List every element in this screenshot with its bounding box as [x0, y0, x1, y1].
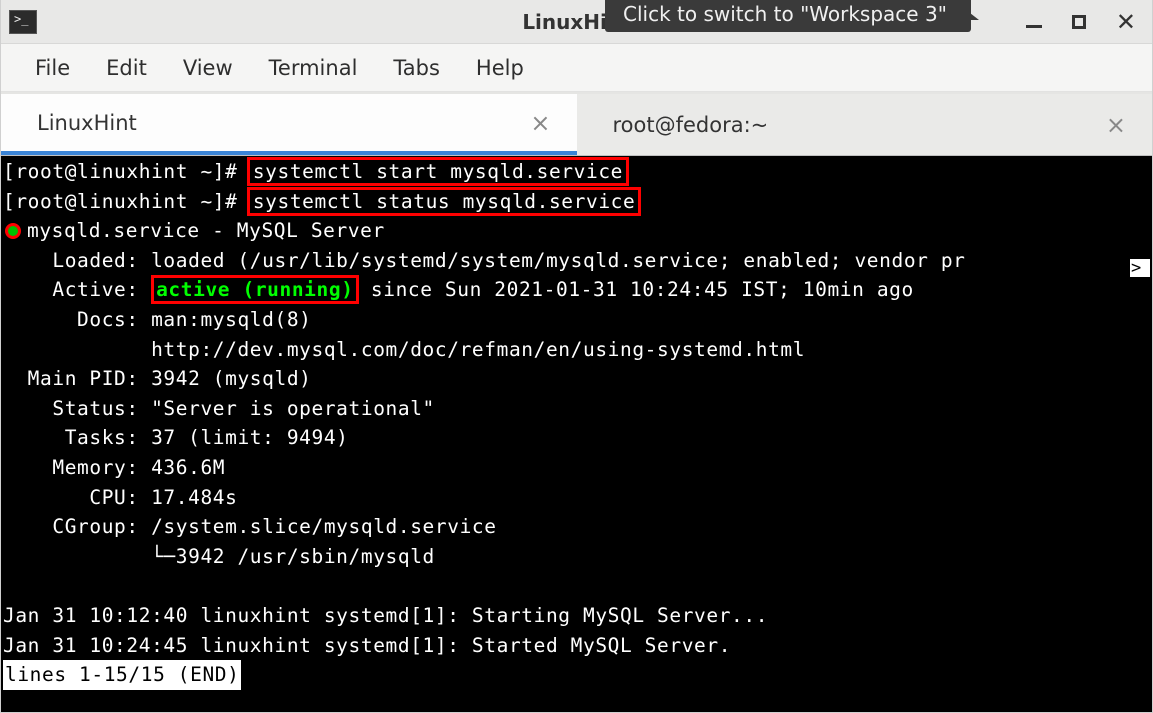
menu-tabs[interactable]: Tabs — [377, 50, 456, 86]
service-main-pid: Main PID: 3942 (mysqld) — [3, 364, 1152, 394]
service-cpu: CPU: 17.484s — [3, 483, 1152, 513]
service-cgroup-2: └─3942 /usr/sbin/mysqld — [3, 542, 1152, 572]
command-status-mysqld: systemctl status mysqld.service — [247, 187, 642, 216]
tab-bar: LinuxHint × root@fedora:~ × — [1, 92, 1152, 156]
menu-edit[interactable]: Edit — [90, 50, 163, 86]
window-controls: ✕ — [1024, 13, 1138, 31]
titlebar: >_ LinuxHint Click to switch to "Workspa… — [1, 0, 1152, 44]
pager-status: lines 1-15/15 (END) — [3, 660, 241, 690]
command-start-mysqld: systemctl start mysqld.service — [247, 157, 629, 186]
menubar: File Edit View Terminal Tabs Help — [1, 44, 1152, 92]
terminal-app-icon: >_ — [9, 10, 37, 34]
terminal-output[interactable]: [root@linuxhint ~]# systemctl start mysq… — [1, 156, 1152, 712]
service-active-label: Active: — [3, 278, 151, 301]
service-active-dot-icon — [5, 223, 21, 239]
service-docs-2: http://dev.mysql.com/doc/refman/en/using… — [3, 335, 1152, 365]
service-active-since: since Sun 2021-01-31 10:24:45 IST; 10min… — [359, 278, 914, 301]
tab-close-icon[interactable]: × — [1100, 111, 1132, 139]
service-cgroup-1: CGroup: /system.slice/mysqld.service — [3, 512, 1152, 542]
workspace-switch-tooltip[interactable]: Click to switch to "Workspace 3" — [605, 0, 971, 32]
tab-linuxhint[interactable]: LinuxHint × — [1, 94, 577, 155]
maximize-button[interactable] — [1070, 13, 1088, 31]
line-overflow-indicator: > — [1130, 259, 1150, 277]
tab-root-fedora[interactable]: root@fedora:~ × — [577, 94, 1153, 155]
service-memory: Memory: 436.6M — [3, 453, 1152, 483]
minimize-button[interactable] — [1024, 13, 1044, 30]
terminal-window: >_ LinuxHint Click to switch to "Workspa… — [0, 0, 1153, 713]
close-button[interactable]: ✕ — [1114, 13, 1138, 31]
menu-file[interactable]: File — [19, 50, 86, 86]
journal-log-2: Jan 31 10:24:45 linuxhint systemd[1]: St… — [3, 631, 1152, 661]
service-docs-1: Docs: man:mysqld(8) — [3, 305, 1152, 335]
service-header: mysqld.service - MySQL Server — [27, 219, 385, 242]
menu-terminal[interactable]: Terminal — [253, 50, 374, 86]
shell-prompt: [root@linuxhint ~]# — [3, 160, 250, 183]
menu-view[interactable]: View — [167, 50, 249, 86]
service-status: Status: "Server is operational" — [3, 394, 1152, 424]
journal-log-1: Jan 31 10:12:40 linuxhint systemd[1]: St… — [3, 601, 1152, 631]
menu-help[interactable]: Help — [460, 50, 540, 86]
service-tasks: Tasks: 37 (limit: 9494) — [3, 423, 1152, 453]
tab-close-icon[interactable]: × — [524, 109, 556, 137]
service-loaded: Loaded: loaded (/usr/lib/systemd/system/… — [3, 246, 1152, 276]
tab-label: LinuxHint — [37, 111, 137, 135]
service-active-status: active (running) — [151, 275, 358, 304]
tab-label: root@fedora:~ — [613, 113, 769, 137]
shell-prompt: [root@linuxhint ~]# — [3, 190, 250, 213]
